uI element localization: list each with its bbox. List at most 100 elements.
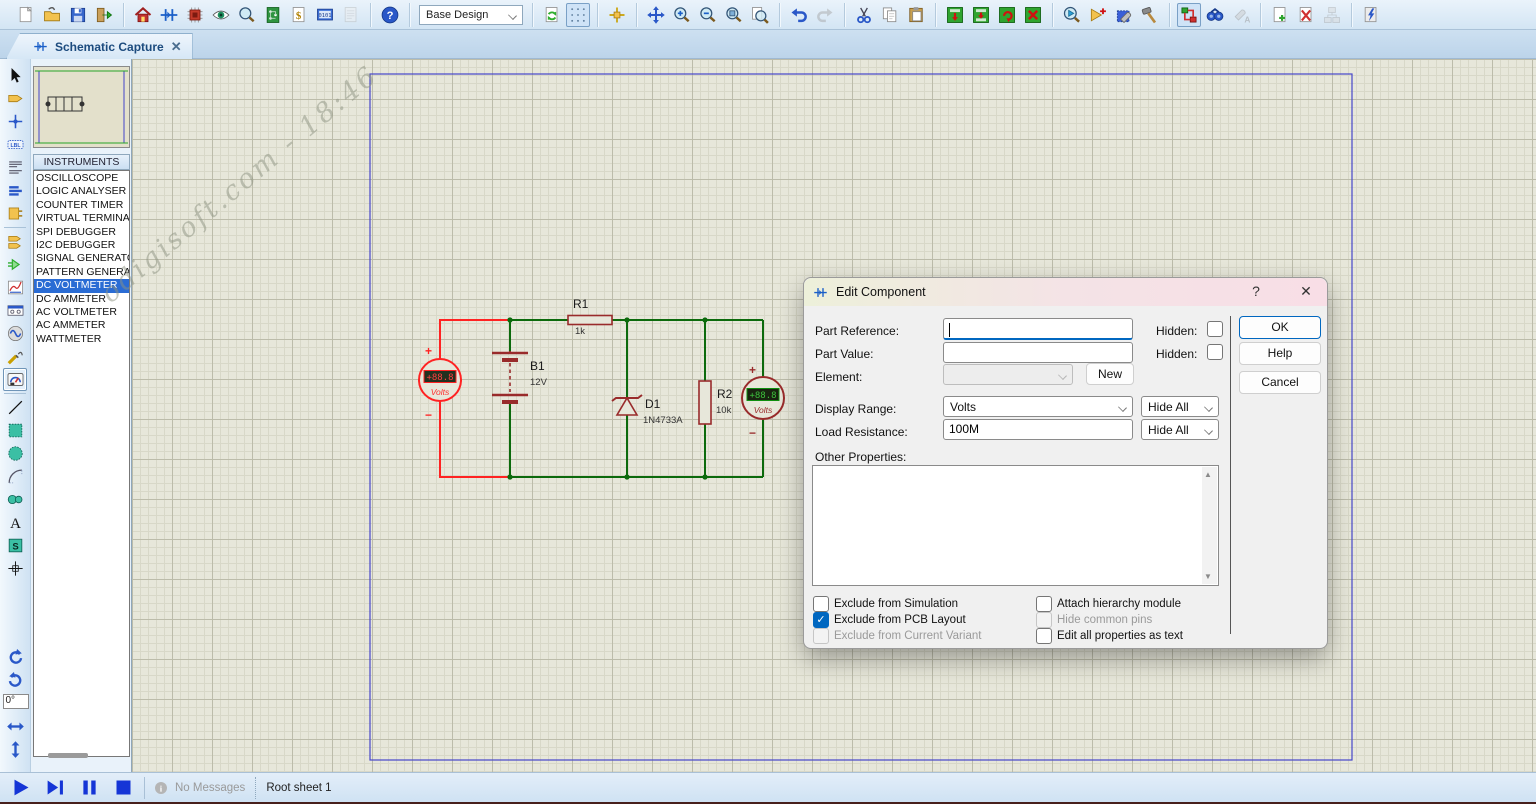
hidden-checkbox-2[interactable] — [1207, 344, 1223, 360]
dialog-close-icon[interactable]: ✕ — [1296, 283, 1316, 300]
3d-visualizer-button[interactable] — [209, 3, 233, 27]
design-explorer-button[interactable]: 0101 — [313, 3, 337, 27]
schematic-capture-button[interactable] — [157, 3, 181, 27]
mirror-horizontal-button[interactable] — [4, 715, 28, 738]
block-copy-button[interactable] — [943, 3, 967, 27]
undo-button[interactable] — [787, 3, 811, 27]
rotate-clockwise-button[interactable] — [4, 645, 28, 668]
cut-button[interactable] — [852, 3, 876, 27]
instrument-item-logic-analyser[interactable]: LOGIC ANALYSER — [34, 185, 129, 198]
instrument-item-virtual-terminal[interactable]: VIRTUAL TERMINAL — [34, 212, 129, 225]
new-design-button[interactable] — [14, 3, 38, 27]
new-sheet-button[interactable] — [1268, 3, 1292, 27]
help-button[interactable]: Help — [1239, 342, 1321, 365]
exclude-simulation-checkbox[interactable] — [813, 596, 829, 612]
copy-button[interactable] — [878, 3, 902, 27]
mirror-vertical-button[interactable] — [4, 738, 28, 761]
make-device-button[interactable] — [1086, 3, 1110, 27]
gerber-viewer-button[interactable] — [235, 3, 259, 27]
tab-schematic-capture[interactable]: Schematic Capture ✕ — [6, 33, 193, 59]
instrument-item-counter-timer[interactable]: COUNTER TIMER — [34, 199, 129, 212]
home-button[interactable] — [131, 3, 155, 27]
display-range-visibility-combobox[interactable]: Hide All — [1141, 396, 1219, 417]
component-r2[interactable]: R2 10k — [698, 380, 733, 425]
bill-of-materials-button[interactable]: $ — [287, 3, 311, 27]
junction-dot-mode-button[interactable] — [3, 110, 27, 133]
scroll-up-icon[interactable]: ▲ — [1204, 470, 1212, 479]
instrument-item-dc-voltmeter[interactable]: DC VOLTMETER — [34, 279, 129, 293]
part-value-input[interactable] — [943, 342, 1133, 363]
zoom-sheet-button[interactable] — [748, 3, 772, 27]
decompose-button[interactable] — [1138, 3, 1162, 27]
display-range-combobox[interactable]: Volts — [943, 396, 1133, 417]
instrument-item-signal-generator[interactable]: SIGNAL GENERATOR — [34, 252, 129, 265]
textarea-scrollbar[interactable]: ▲ ▼ — [1202, 467, 1217, 584]
electrical-zone-button[interactable] — [1359, 3, 1383, 27]
block-delete-button[interactable] — [1021, 3, 1045, 27]
box-2d-button[interactable] — [3, 419, 27, 442]
toggle-grid-button[interactable] — [566, 2, 590, 27]
instrument-item-dc-ammeter[interactable]: DC AMMETER — [34, 293, 129, 306]
arc-2d-button[interactable] — [3, 465, 27, 488]
object-selector-scrollbar[interactable] — [48, 753, 88, 758]
cancel-button[interactable]: Cancel — [1239, 371, 1321, 394]
wire-autoroute-button[interactable] — [1177, 2, 1201, 27]
text-2d-button[interactable]: A — [3, 511, 27, 534]
pcb-board-button[interactable] — [261, 3, 285, 27]
component-r1[interactable]: R1 1k — [567, 297, 613, 337]
generator-mode-button[interactable] — [3, 322, 27, 345]
pcb-layout-button[interactable] — [183, 3, 207, 27]
path-2d-button[interactable] — [3, 488, 27, 511]
message-area[interactable]: i No Messages — [153, 780, 245, 796]
instrument-item-spi-debugger[interactable]: SPI DEBUGGER — [34, 226, 129, 239]
instrument-item-ac-voltmeter[interactable]: AC VOLTMETER — [34, 306, 129, 319]
line-2d-button[interactable] — [3, 396, 27, 419]
paste-button[interactable] — [904, 3, 928, 27]
origin-marker-button[interactable] — [605, 3, 629, 27]
hidden-checkbox-1[interactable] — [1207, 321, 1223, 337]
tape-recorder-mode-button[interactable] — [3, 299, 27, 322]
save-design-button[interactable] — [66, 3, 90, 27]
component-d1[interactable]: D1 1N4733A — [611, 394, 683, 426]
instrument-item-ac-ammeter[interactable]: AC AMMETER — [34, 319, 129, 332]
exclude-pcb-checkbox[interactable]: ✓ — [813, 612, 829, 628]
design-selector-combobox[interactable]: Base Design — [419, 4, 523, 25]
selection-pointer-button[interactable] — [3, 64, 27, 87]
instrument-item-oscilloscope[interactable]: OSCILLOSCOPE — [34, 172, 129, 185]
zoom-out-button[interactable] — [696, 3, 720, 27]
step-button[interactable] — [42, 776, 68, 800]
pan-view-button[interactable] — [644, 3, 668, 27]
wire-label-mode-button[interactable]: LBL — [3, 133, 27, 156]
voltage-probe-mode-button[interactable] — [3, 345, 27, 368]
text-script-mode-button[interactable] — [3, 156, 27, 179]
circle-2d-button[interactable] — [3, 442, 27, 465]
rotate-angle-input[interactable]: 0° — [2, 694, 29, 709]
pause-button[interactable] — [76, 776, 102, 800]
overview-panel[interactable] — [33, 66, 130, 148]
remove-sheet-button[interactable] — [1294, 3, 1318, 27]
help-button[interactable]: ? — [378, 3, 402, 27]
search-tag-button[interactable] — [1060, 3, 1084, 27]
instrument-item-pattern-generator[interactable]: PATTERN GENERATOR — [34, 266, 129, 279]
terminals-mode-button[interactable] — [3, 230, 27, 253]
instrument-item-i2c-debugger[interactable]: I2C DEBUGGER — [34, 239, 129, 252]
scroll-down-icon[interactable]: ▼ — [1204, 572, 1212, 581]
component-mode-button[interactable] — [3, 87, 27, 110]
instrument-item-wattmeter[interactable]: WATTMETER — [34, 333, 129, 346]
attach-hierarchy-checkbox[interactable] — [1036, 596, 1052, 612]
buses-mode-button[interactable] — [3, 179, 27, 202]
rotate-anticlockwise-button[interactable] — [4, 668, 28, 691]
play-button[interactable] — [8, 776, 34, 800]
symbol-2d-button[interactable]: S — [3, 534, 27, 557]
device-pins-mode-button[interactable] — [3, 253, 27, 276]
new-element-button[interactable]: New — [1086, 363, 1134, 385]
import-design-button[interactable] — [92, 3, 116, 27]
component-b1[interactable]: B1 12V — [492, 351, 548, 404]
stop-button[interactable] — [110, 776, 136, 800]
zoom-in-button[interactable] — [670, 3, 694, 27]
open-design-button[interactable] — [40, 3, 64, 27]
edit-properties-text-checkbox[interactable] — [1036, 628, 1052, 644]
virtual-instruments-mode-button[interactable] — [3, 368, 27, 391]
load-resistance-input[interactable]: 100M — [943, 419, 1133, 440]
marker-2d-button[interactable] — [3, 557, 27, 580]
